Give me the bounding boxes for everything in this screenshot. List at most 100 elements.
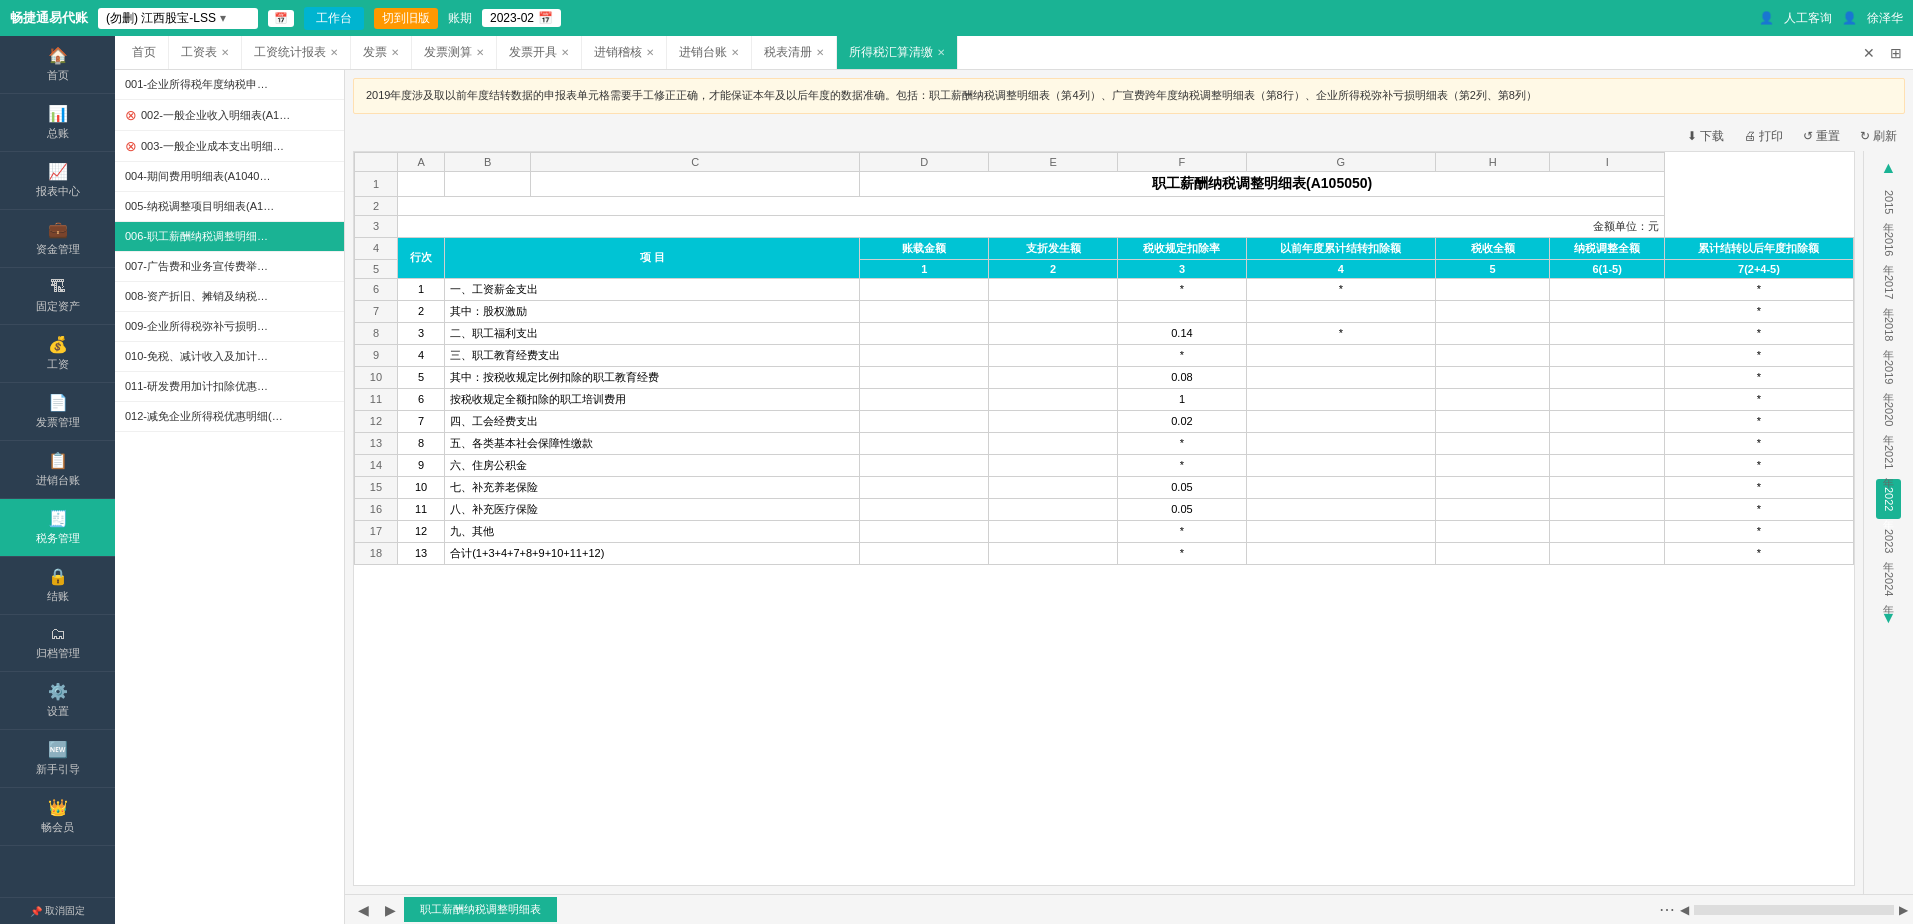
h-13[interactable] xyxy=(1550,432,1665,454)
f-18[interactable] xyxy=(1246,542,1435,564)
f-15[interactable] xyxy=(1246,476,1435,498)
item-12[interactable]: 四、工会经费支出 xyxy=(445,410,860,432)
e-9[interactable]: * xyxy=(1118,344,1247,366)
c-18[interactable] xyxy=(860,542,989,564)
c-11[interactable] xyxy=(860,388,989,410)
g-10[interactable] xyxy=(1435,366,1550,388)
tab-4[interactable]: 发票测算✕ xyxy=(412,36,497,69)
g-8[interactable] xyxy=(1435,322,1550,344)
i-10[interactable]: * xyxy=(1664,366,1853,388)
year-item-2015年[interactable]: 2015年 xyxy=(1876,182,1901,222)
left-panel-item-5[interactable]: 006-职工薪酬纳税调整明细… xyxy=(115,222,344,252)
year-item-2018年[interactable]: 2018年 xyxy=(1876,309,1901,349)
year-item-2016年[interactable]: 2016年 xyxy=(1876,224,1901,264)
calendar-icon-btn[interactable]: 📅 xyxy=(268,10,294,27)
f-7[interactable] xyxy=(1246,300,1435,322)
reset-button[interactable]: ↺ 重置 xyxy=(1797,126,1846,147)
g-17[interactable] xyxy=(1435,520,1550,542)
d-7[interactable] xyxy=(989,300,1118,322)
seq-18[interactable]: 13 xyxy=(397,542,444,564)
tab-9[interactable]: 所得税汇算清缴✕ xyxy=(837,36,958,69)
d-11[interactable] xyxy=(989,388,1118,410)
item-10[interactable]: 其中：按税收规定比例扣除的职工教育经费 xyxy=(445,366,860,388)
c-12[interactable] xyxy=(860,410,989,432)
e-10[interactable]: 0.08 xyxy=(1118,366,1247,388)
tab-5[interactable]: 发票开具✕ xyxy=(497,36,582,69)
e-18[interactable]: * xyxy=(1118,542,1247,564)
c-14[interactable] xyxy=(860,454,989,476)
year-item-2017年[interactable]: 2017年 xyxy=(1876,267,1901,307)
c-15[interactable] xyxy=(860,476,989,498)
sheet-more-button[interactable]: ⋯ xyxy=(1659,900,1675,919)
item-9[interactable]: 三、职工教育经费支出 xyxy=(445,344,860,366)
sheet-nav-right[interactable]: ▶ xyxy=(377,899,404,921)
year-item-2019年[interactable]: 2019年 xyxy=(1876,352,1901,392)
i-18[interactable]: * xyxy=(1664,542,1853,564)
year-scroll-up-button[interactable]: ▲ xyxy=(1878,156,1900,180)
f-13[interactable] xyxy=(1246,432,1435,454)
c-10[interactable] xyxy=(860,366,989,388)
d-16[interactable] xyxy=(989,498,1118,520)
year-item-2021年[interactable]: 2021年 xyxy=(1876,437,1901,477)
sidebar-item-tax-mgmt[interactable]: 🧾税务管理 xyxy=(0,499,115,557)
f-17[interactable] xyxy=(1246,520,1435,542)
item-7[interactable]: 其中：股权激励 xyxy=(445,300,860,322)
d-12[interactable] xyxy=(989,410,1118,432)
f-12[interactable] xyxy=(1246,410,1435,432)
tab-close-3[interactable]: ✕ xyxy=(391,47,399,58)
h-16[interactable] xyxy=(1550,498,1665,520)
item-17[interactable]: 九、其他 xyxy=(445,520,860,542)
h-18[interactable] xyxy=(1550,542,1665,564)
horizontal-scrollbar[interactable] xyxy=(1694,905,1894,915)
tab-2[interactable]: 工资统计报表✕ xyxy=(242,36,351,69)
h-15[interactable] xyxy=(1550,476,1665,498)
c-9[interactable] xyxy=(860,344,989,366)
e-12[interactable]: 0.02 xyxy=(1118,410,1247,432)
company-selector[interactable]: (勿删) 江西股宝-LSS ▾ xyxy=(98,8,258,29)
seq-16[interactable]: 11 xyxy=(397,498,444,520)
left-panel-item-3[interactable]: 004-期间费用明细表(A1040… xyxy=(115,162,344,192)
year-scroll-down-button[interactable]: ▼ xyxy=(1878,606,1900,630)
i-14[interactable]: * xyxy=(1664,454,1853,476)
e-8[interactable]: 0.14 xyxy=(1118,322,1247,344)
sidebar-item-archive[interactable]: 🗂归档管理 xyxy=(0,615,115,672)
i-8[interactable]: * xyxy=(1664,322,1853,344)
item-14[interactable]: 六、住房公积金 xyxy=(445,454,860,476)
d-17[interactable] xyxy=(989,520,1118,542)
sidebar-item-reports[interactable]: 📈报表中心 xyxy=(0,152,115,210)
h-12[interactable] xyxy=(1550,410,1665,432)
e-13[interactable]: * xyxy=(1118,432,1247,454)
d-18[interactable] xyxy=(989,542,1118,564)
item-8[interactable]: 二、职工福利支出 xyxy=(445,322,860,344)
sidebar-item-payroll[interactable]: 💰工资 xyxy=(0,325,115,383)
cancel-fixed-button[interactable]: 📌 取消固定 xyxy=(0,897,115,924)
f-10[interactable] xyxy=(1246,366,1435,388)
left-panel-item-2[interactable]: ⊗003-一般企业成本支出明细… xyxy=(115,131,344,162)
c-8[interactable] xyxy=(860,322,989,344)
h-9[interactable] xyxy=(1550,344,1665,366)
workbench-button[interactable]: 工作台 xyxy=(304,7,364,30)
sidebar-item-settings[interactable]: ⚙️设置 xyxy=(0,672,115,730)
tab-close-8[interactable]: ✕ xyxy=(816,47,824,58)
seq-17[interactable]: 12 xyxy=(397,520,444,542)
item-16[interactable]: 八、补充医疗保险 xyxy=(445,498,860,520)
h-8[interactable] xyxy=(1550,322,1665,344)
d-13[interactable] xyxy=(989,432,1118,454)
d-14[interactable] xyxy=(989,454,1118,476)
sidebar-item-ledger[interactable]: 📊总账 xyxy=(0,94,115,152)
user-label[interactable]: 徐泽华 xyxy=(1867,10,1903,27)
f-14[interactable] xyxy=(1246,454,1435,476)
e-7[interactable] xyxy=(1118,300,1247,322)
spreadsheet-wrapper[interactable]: A B C D E F G H I xyxy=(353,151,1855,886)
item-6[interactable]: 一、工资薪金支出 xyxy=(445,278,860,300)
item-18[interactable]: 合计(1+3+4+7+8+9+10+11+12) xyxy=(445,542,860,564)
g-18[interactable] xyxy=(1435,542,1550,564)
seq-7[interactable]: 2 xyxy=(397,300,444,322)
i-7[interactable]: * xyxy=(1664,300,1853,322)
seq-10[interactable]: 5 xyxy=(397,366,444,388)
item-15[interactable]: 七、补充养老保险 xyxy=(445,476,860,498)
i-13[interactable]: * xyxy=(1664,432,1853,454)
g-7[interactable] xyxy=(1435,300,1550,322)
i-15[interactable]: * xyxy=(1664,476,1853,498)
year-item-2022年[interactable]: 2022年 xyxy=(1876,479,1901,519)
